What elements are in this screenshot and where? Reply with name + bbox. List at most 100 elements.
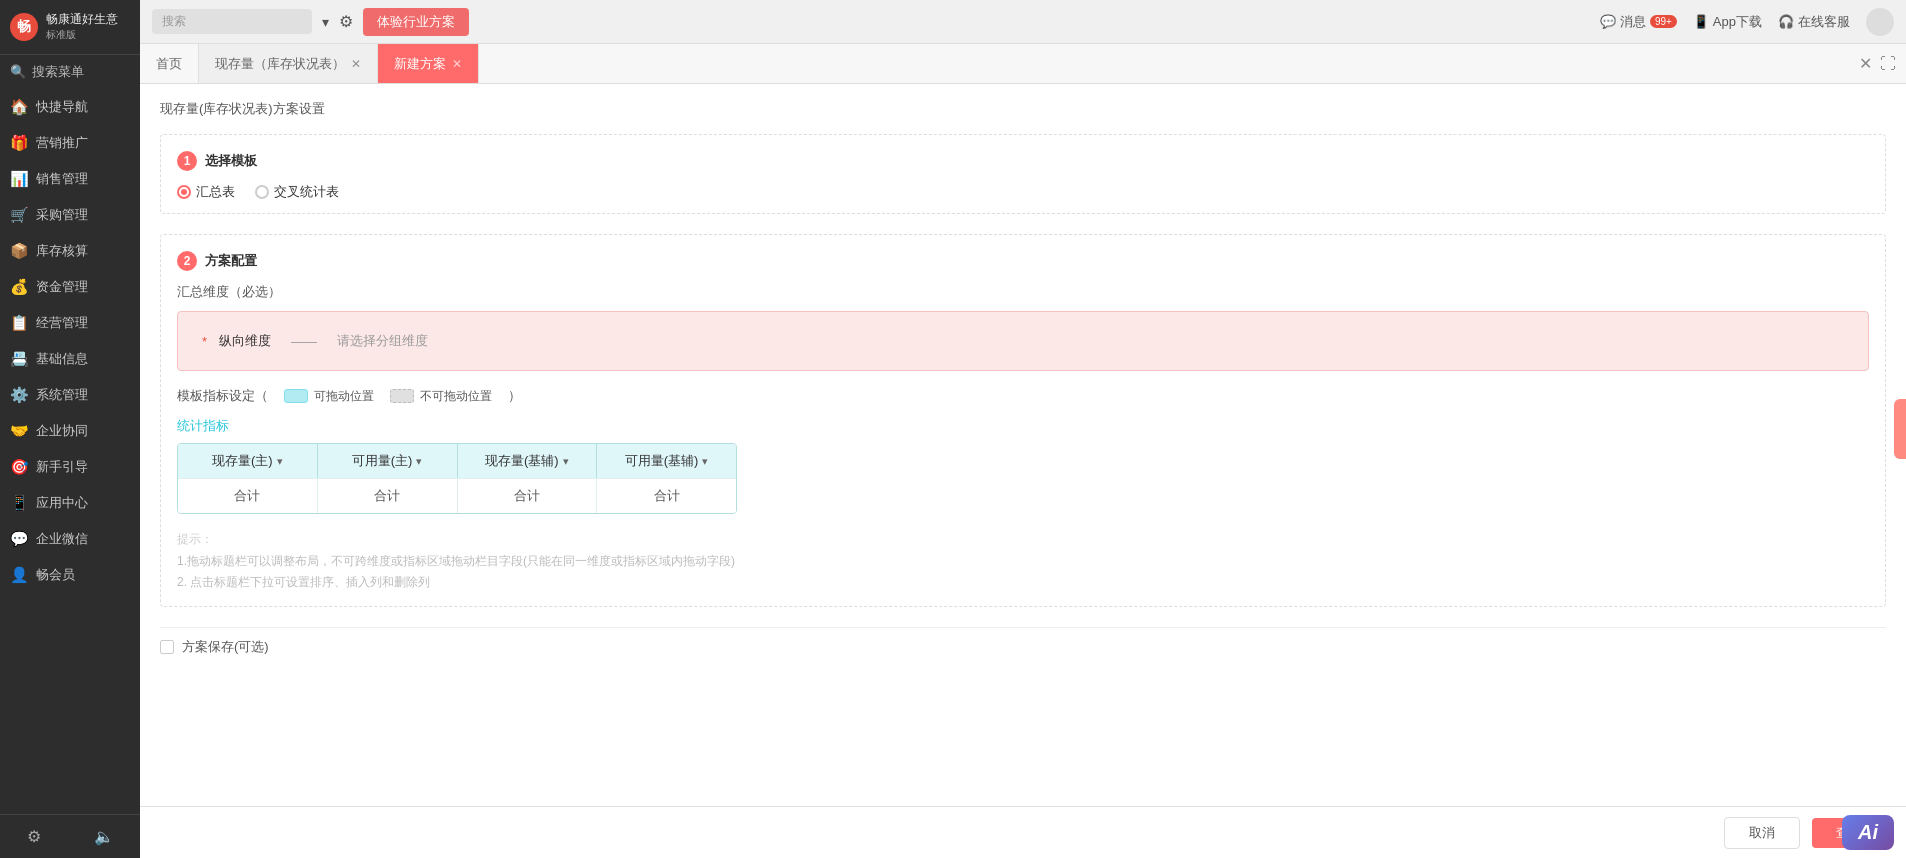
dimension-separator: ——: [283, 334, 325, 349]
tip-item-0: 1.拖动标题栏可以调整布局，不可跨维度或指标区域拖动栏目字段(只能在同一维度或指…: [177, 551, 1869, 573]
radio-summary[interactable]: 汇总表: [177, 183, 235, 201]
sidebar-item-sales[interactable]: 📊 销售管理: [0, 161, 140, 197]
sidebar-item-quick-nav[interactable]: 🏠 快捷导航: [0, 89, 140, 125]
sidebar-item-wechat[interactable]: 💬 企业微信: [0, 521, 140, 557]
sidebar-item-inventory[interactable]: 📦 库存核算: [0, 233, 140, 269]
gear-icon: ⚙️: [10, 386, 28, 404]
sidebar: 畅 畅康通好生意 标准版 🔍 搜索菜单 🏠 快捷导航 🎁 营销推广 📊 销售管理…: [0, 0, 140, 858]
topbar-right: 💬 消息 99+ 📱 App下载 🎧 在线客服: [1600, 8, 1894, 36]
dimension-label: 纵向维度: [219, 332, 271, 350]
stats-cell-2: 合计: [458, 479, 598, 513]
radio-summary-label: 汇总表: [196, 183, 235, 201]
tab-inventory-close[interactable]: ✕: [351, 57, 361, 71]
sidebar-item-marketing[interactable]: 🎁 营销推广: [0, 125, 140, 161]
main-area: 搜索 ▾ ⚙ 体验行业方案 💬 消息 99+ 📱 App下载 🎧 在线客服 首页: [140, 0, 1906, 858]
sidebar-item-guide[interactable]: 🎯 新手引导: [0, 449, 140, 485]
industry-btn[interactable]: 体验行业方案: [363, 8, 469, 36]
customer-service-item[interactable]: 🎧 在线客服: [1778, 13, 1850, 31]
sidebar-item-basic[interactable]: 📇 基础信息: [0, 341, 140, 377]
user-avatar[interactable]: [1866, 8, 1894, 36]
tip-item-1: 2. 点击标题栏下拉可设置排序、插入列和删除列: [177, 572, 1869, 594]
stats-col-1[interactable]: 可用量(主) ▾: [318, 444, 458, 478]
draggable-box: [284, 389, 308, 403]
aggregate-config: 汇总维度（必选） * 纵向维度 —— 请选择分组维度: [177, 283, 1869, 371]
sidebar-item-coop[interactable]: 🤝 企业协同: [0, 413, 140, 449]
tabbar-right-controls: ✕ ⛶: [1859, 44, 1906, 83]
settings-icon[interactable]: ⚙: [23, 823, 45, 850]
section2-num: 2: [177, 251, 197, 271]
chevron-1[interactable]: ▾: [416, 455, 422, 468]
aggregate-label: 汇总维度（必选）: [177, 283, 1869, 301]
scroll-handle[interactable]: [1894, 399, 1906, 459]
topbar: 搜索 ▾ ⚙ 体验行业方案 💬 消息 99+ 📱 App下载 🎧 在线客服: [140, 0, 1906, 44]
chevron-3[interactable]: ▾: [702, 455, 708, 468]
chevron-2[interactable]: ▾: [563, 455, 569, 468]
page-title: 现存量(库存状况表)方案设置: [160, 100, 1886, 118]
right-edge-handle: [1894, 399, 1906, 459]
section-choose-template: 1 选择模板 汇总表 交叉统计表: [160, 134, 1886, 214]
topbar-search-box[interactable]: 搜索: [152, 9, 312, 34]
section1-header: 1 选择模板: [177, 151, 1869, 171]
chat-icon: 💬: [10, 530, 28, 548]
home-icon: 🏠: [10, 98, 28, 116]
sidebar-item-finance[interactable]: 💰 资金管理: [0, 269, 140, 305]
dimension-box[interactable]: * 纵向维度 —— 请选择分组维度: [177, 311, 1869, 371]
sidebar-item-system[interactable]: ⚙️ 系统管理: [0, 377, 140, 413]
save-row: 方案保存(可选): [160, 627, 1886, 666]
draggable-label: 可拖动位置: [314, 388, 374, 405]
handshake-icon: 🤝: [10, 422, 28, 440]
radio-summary-circle[interactable]: [177, 185, 191, 199]
user-icon: 👤: [10, 566, 28, 584]
template-indicator-label: 模板指标设定（: [177, 387, 268, 405]
section2-title: 方案配置: [205, 252, 257, 270]
tab-new-plan-close[interactable]: ✕: [452, 57, 462, 71]
tab-inventory[interactable]: 现存量（库存状况表） ✕: [199, 44, 378, 83]
message-item[interactable]: 💬 消息 99+: [1600, 13, 1677, 31]
sidebar-item-apps[interactable]: 📱 应用中心: [0, 485, 140, 521]
sidebar-search[interactable]: 🔍 搜索菜单: [0, 55, 140, 89]
sidebar-item-operation[interactable]: 📋 经营管理: [0, 305, 140, 341]
stats-col-2[interactable]: 现存量(基辅) ▾: [458, 444, 598, 478]
tab-close-all-icon[interactable]: ✕: [1859, 54, 1872, 73]
tabbar: 首页 现存量（库存状况表） ✕ 新建方案 ✕ ✕ ⛶: [140, 44, 1906, 84]
draggable-indicator: 可拖动位置: [284, 388, 374, 405]
stats-col-3[interactable]: 可用量(基辅) ▾: [597, 444, 736, 478]
section1-title: 选择模板: [205, 152, 257, 170]
search-icon: 🔍: [10, 64, 26, 79]
non-draggable-label: 不可拖动位置: [420, 388, 492, 405]
sidebar-logo: 畅 畅康通好生意 标准版: [0, 0, 140, 55]
stats-header-row: 现存量(主) ▾ 可用量(主) ▾ 现存量(基辅) ▾ 可用量(基辅): [178, 444, 736, 478]
logo-icon: 畅: [10, 13, 38, 41]
download-icon: 📱: [1693, 14, 1709, 29]
stats-col-0[interactable]: 现存量(主) ▾: [178, 444, 318, 478]
chevron-0[interactable]: ▾: [277, 455, 283, 468]
tab-new-plan[interactable]: 新建方案 ✕: [378, 44, 479, 83]
radio-cross[interactable]: 交叉统计表: [255, 183, 339, 201]
chart-icon: 📊: [10, 170, 28, 188]
sidebar-item-member[interactable]: 👤 畅会员: [0, 557, 140, 593]
sidebar-item-purchase[interactable]: 🛒 采购管理: [0, 197, 140, 233]
tab-expand-icon[interactable]: ⛶: [1880, 55, 1896, 73]
speaker-icon[interactable]: 🔈: [90, 823, 118, 850]
message-icon: 💬: [1600, 14, 1616, 29]
non-draggable-box: [390, 389, 414, 403]
cart-icon: 🛒: [10, 206, 28, 224]
mobile-icon: 📱: [10, 494, 28, 512]
cancel-button[interactable]: 取消: [1724, 817, 1800, 849]
app-download-item[interactable]: 📱 App下载: [1693, 13, 1762, 31]
save-checkbox[interactable]: [160, 640, 174, 654]
template-radio-group: 汇总表 交叉统计表: [177, 183, 1869, 201]
money-icon: 💰: [10, 278, 28, 296]
tips-section: 提示： 1.拖动标题栏可以调整布局，不可跨维度或指标区域拖动栏目字段(只能在同一…: [177, 529, 1869, 594]
dropdown-icon[interactable]: ▾: [322, 14, 329, 30]
stats-title: 统计指标: [177, 417, 1869, 435]
tab-home[interactable]: 首页: [140, 44, 199, 83]
stats-cell-3: 合计: [597, 479, 736, 513]
footer: 取消 查询: [140, 806, 1906, 858]
section-plan-config: 2 方案配置 汇总维度（必选） * 纵向维度 —— 请选择分组维度 模板指标设定…: [160, 234, 1886, 607]
ai-badge[interactable]: Ai: [1842, 815, 1894, 850]
topbar-gear-icon[interactable]: ⚙: [339, 12, 353, 31]
stats-table: 现存量(主) ▾ 可用量(主) ▾ 现存量(基辅) ▾ 可用量(基辅): [177, 443, 737, 514]
non-draggable-indicator: 不可拖动位置: [390, 388, 492, 405]
radio-cross-circle[interactable]: [255, 185, 269, 199]
